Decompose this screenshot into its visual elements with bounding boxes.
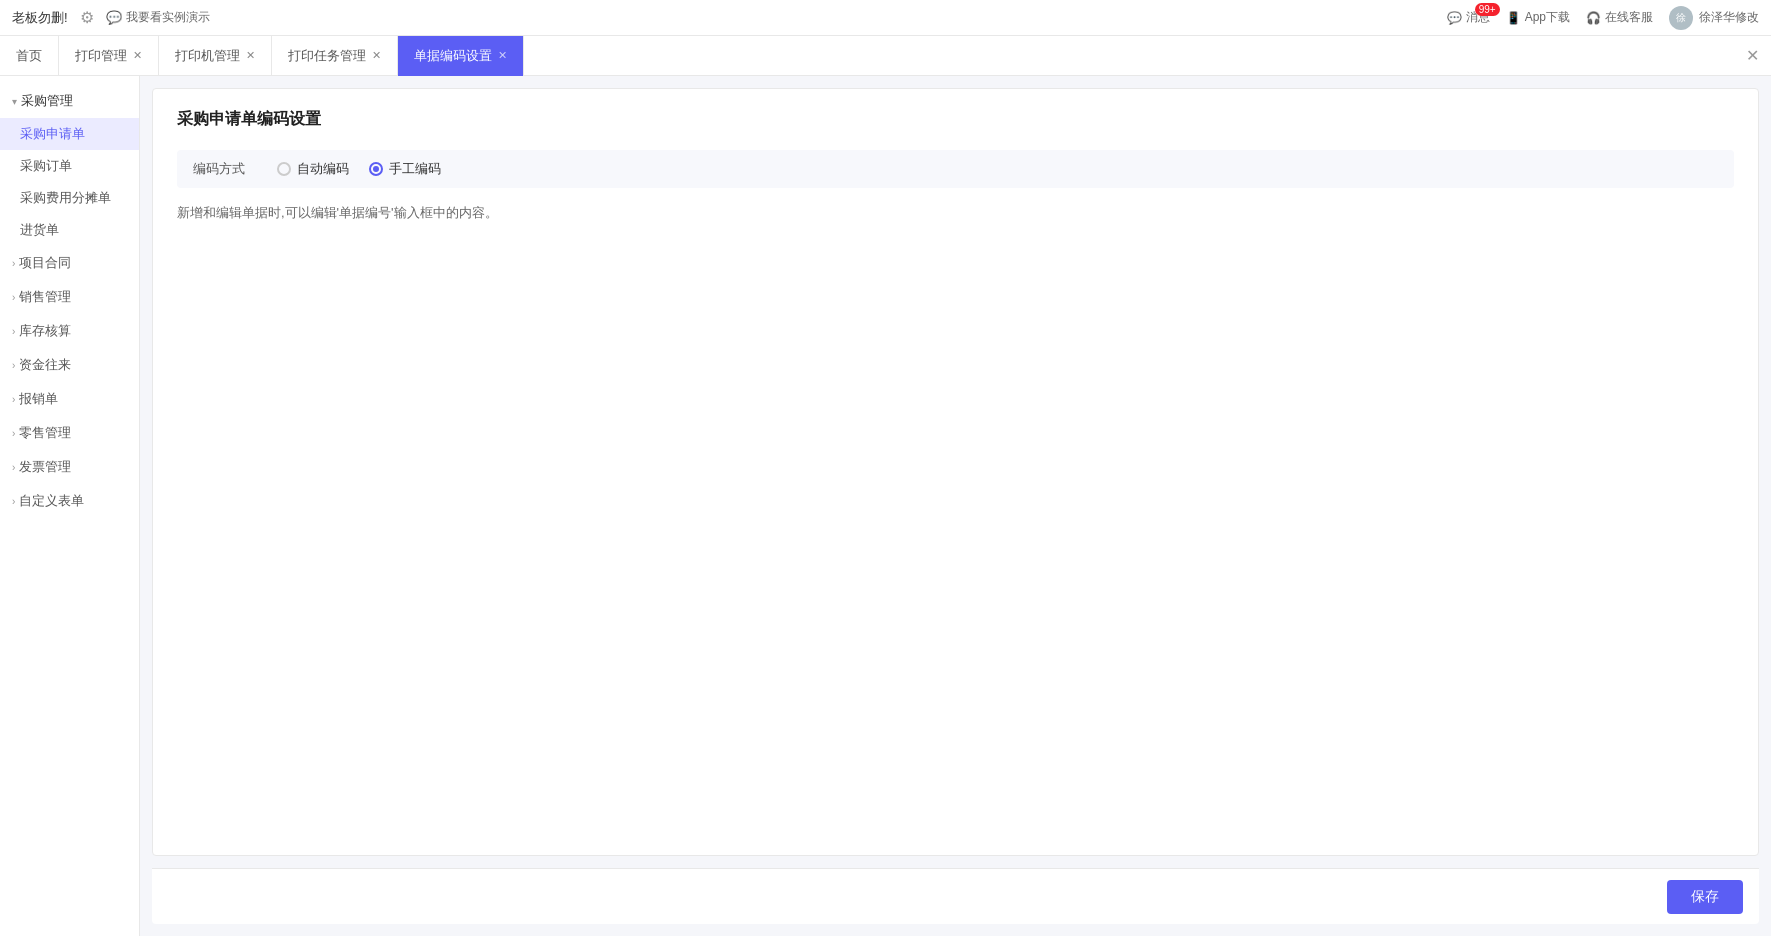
top-bar: 老板勿删! ⚙ 我要看实例演示 💬 消息 99+ 📱 App下载 🎧 在线客服 …: [0, 0, 1771, 36]
sidebar-group-sales-label: 销售管理: [19, 288, 71, 306]
user-name: 徐泽华修改: [1699, 9, 1759, 26]
tab-printer-manage-close[interactable]: ✕: [246, 49, 255, 62]
chevron-right-icon: ›: [12, 326, 15, 337]
top-bar-right: 💬 消息 99+ 📱 App下载 🎧 在线客服 徐 徐泽华修改: [1447, 6, 1759, 30]
app-title: 老板勿删!: [12, 9, 68, 27]
chevron-down-icon: ▾: [12, 96, 17, 107]
sidebar-group-finance[interactable]: › 资金往来: [0, 348, 139, 382]
sidebar-group-invoice[interactable]: › 发票管理: [0, 450, 139, 484]
sidebar: ▾ 采购管理 采购申请单 采购订单 采购费用分摊单 进货单 › 项目合同 › 销…: [0, 76, 140, 936]
tab-print-manage-label: 打印管理: [75, 47, 127, 65]
chevron-right-icon: ›: [12, 462, 15, 473]
page-title: 采购申请单编码设置: [177, 109, 1734, 130]
sidebar-group-custom-form[interactable]: › 自定义表单: [0, 484, 139, 518]
encoding-label: 编码方式: [193, 160, 253, 178]
main-layout: ▾ 采购管理 采购申请单 采购订单 采购费用分摊单 进货单 › 项目合同 › 销…: [0, 76, 1771, 936]
sidebar-group-purchase-label: 采购管理: [21, 92, 73, 110]
sidebar-group-retail[interactable]: › 零售管理: [0, 416, 139, 450]
tab-single-code-close[interactable]: ✕: [498, 49, 507, 62]
sidebar-item-purchase-order-label: 采购订单: [20, 158, 72, 173]
chevron-right-icon: ›: [12, 360, 15, 371]
sidebar-item-stock-in-label: 进货单: [20, 222, 59, 237]
chevron-right-icon: ›: [12, 496, 15, 507]
message-badge: 99+: [1475, 3, 1500, 16]
sidebar-item-purchase-expense-label: 采购费用分摊单: [20, 190, 111, 205]
tab-printer-manage[interactable]: 打印机管理 ✕: [159, 36, 272, 76]
radio-manual-circle: [369, 162, 383, 176]
phone-icon: 📱: [1506, 11, 1521, 25]
content-footer: 保存: [152, 868, 1759, 924]
sidebar-group-inventory[interactable]: › 库存核算: [0, 314, 139, 348]
gear-icon[interactable]: ⚙: [80, 8, 94, 27]
service-label: 在线客服: [1605, 9, 1653, 26]
tab-print-task-close[interactable]: ✕: [372, 49, 381, 62]
sidebar-group-invoice-label: 发票管理: [19, 458, 71, 476]
tab-print-task-label: 打印任务管理: [288, 47, 366, 65]
tab-single-code[interactable]: 单据编码设置 ✕: [398, 36, 524, 76]
content-inner: 采购申请单编码设置 编码方式 自动编码 手工编码 新增和编辑单据时,可以编辑'单…: [152, 88, 1759, 856]
tab-printer-manage-label: 打印机管理: [175, 47, 240, 65]
radio-group: 自动编码 手工编码: [277, 160, 441, 178]
tab-print-manage[interactable]: 打印管理 ✕: [59, 36, 159, 76]
sidebar-group-project[interactable]: › 项目合同: [0, 246, 139, 280]
sidebar-group-sales[interactable]: › 销售管理: [0, 280, 139, 314]
tab-print-manage-close[interactable]: ✕: [133, 49, 142, 62]
online-service-button[interactable]: 🎧 在线客服: [1586, 9, 1653, 26]
sidebar-item-purchase-request-label: 采购申请单: [20, 126, 85, 141]
top-bar-left: 老板勿删! ⚙ 我要看实例演示: [12, 8, 210, 27]
radio-auto[interactable]: 自动编码: [277, 160, 349, 178]
tab-home[interactable]: 首页: [0, 36, 59, 76]
sidebar-group-purchase[interactable]: ▾ 采购管理: [0, 84, 139, 118]
encoding-row: 编码方式 自动编码 手工编码: [177, 150, 1734, 188]
sidebar-item-purchase-order[interactable]: 采购订单: [0, 150, 139, 182]
tab-bar: 首页 打印管理 ✕ 打印机管理 ✕ 打印任务管理 ✕ 单据编码设置 ✕ ✕: [0, 36, 1771, 76]
headset-icon: 🎧: [1586, 11, 1601, 25]
app-label: App下载: [1525, 9, 1570, 26]
sidebar-group-custom-form-label: 自定义表单: [19, 492, 84, 510]
sidebar-item-stock-in[interactable]: 进货单: [0, 214, 139, 246]
tab-single-code-label: 单据编码设置: [414, 47, 492, 65]
tab-bar-close[interactable]: ✕: [1734, 36, 1771, 76]
sidebar-group-retail-label: 零售管理: [19, 424, 71, 442]
message-button[interactable]: 💬 消息 99+: [1447, 9, 1490, 26]
save-button[interactable]: 保存: [1667, 880, 1743, 914]
tab-print-task[interactable]: 打印任务管理 ✕: [272, 36, 398, 76]
message-icon: 💬: [1447, 11, 1462, 25]
sidebar-group-returns[interactable]: › 报销单: [0, 382, 139, 416]
chevron-right-icon: ›: [12, 292, 15, 303]
sidebar-group-project-label: 项目合同: [19, 254, 71, 272]
radio-auto-label: 自动编码: [297, 160, 349, 178]
radio-manual-label: 手工编码: [389, 160, 441, 178]
chevron-right-icon: ›: [12, 428, 15, 439]
app-download-button[interactable]: 📱 App下载: [1506, 9, 1570, 26]
sidebar-group-inventory-label: 库存核算: [19, 322, 71, 340]
chevron-right-icon: ›: [12, 258, 15, 269]
demo-text: 我要看实例演示: [126, 9, 210, 26]
sidebar-group-returns-label: 报销单: [19, 390, 58, 408]
user-menu[interactable]: 徐 徐泽华修改: [1669, 6, 1759, 30]
avatar: 徐: [1669, 6, 1693, 30]
sidebar-item-purchase-request[interactable]: 采购申请单: [0, 118, 139, 150]
demo-link[interactable]: 我要看实例演示: [106, 9, 210, 26]
radio-manual[interactable]: 手工编码: [369, 160, 441, 178]
radio-auto-circle: [277, 162, 291, 176]
tab-home-label: 首页: [16, 47, 42, 65]
content-area: 采购申请单编码设置 编码方式 自动编码 手工编码 新增和编辑单据时,可以编辑'单…: [140, 76, 1771, 936]
sidebar-group-finance-label: 资金往来: [19, 356, 71, 374]
chevron-right-icon: ›: [12, 394, 15, 405]
hint-text: 新增和编辑单据时,可以编辑'单据编号'输入框中的内容。: [177, 204, 1734, 222]
sidebar-item-purchase-expense[interactable]: 采购费用分摊单: [0, 182, 139, 214]
